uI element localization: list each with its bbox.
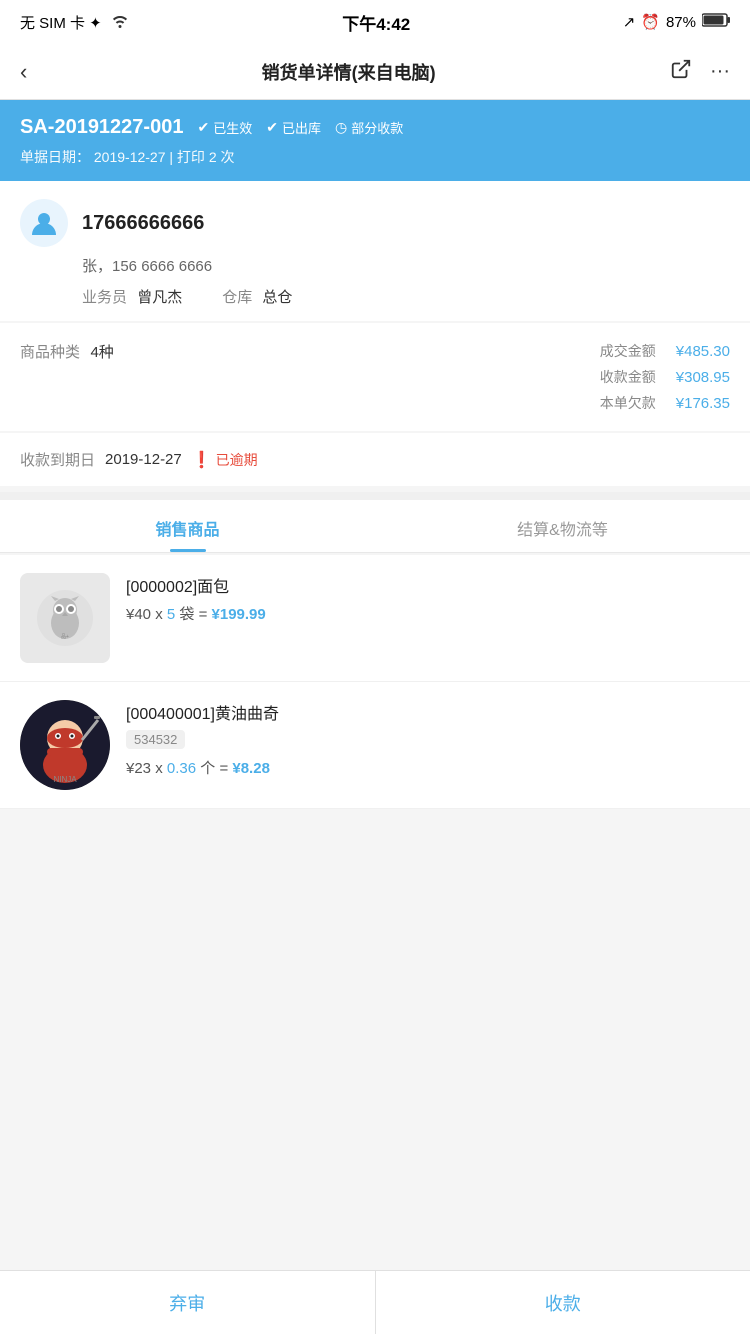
section-divider [0, 492, 750, 500]
product-name-1: [0000002]面包 [126, 573, 730, 597]
stats-left: 商品种类 4种 [20, 341, 114, 362]
list-item: 品+ [0000002]面包 ¥40 x 5 袋 = ¥199.99 [0, 555, 750, 682]
sales-person: 业务员 曾凡杰 [82, 286, 182, 307]
customer-avatar [20, 199, 68, 247]
check-icon-active: ✔ [197, 119, 209, 136]
product-info-1: [0000002]面包 ¥40 x 5 袋 = ¥199.99 [126, 573, 730, 624]
back-button[interactable]: ‹ [20, 59, 27, 85]
list-item: NINJA [000400001]黄油曲奇 534532 ¥23 x 0.36 … [0, 682, 750, 809]
bottom-spacer [0, 809, 750, 873]
sim-label: 无 SIM 卡 ✦ [20, 12, 102, 33]
stats-section: 商品种类 4种 成交金额 ¥485.30 收款金额 ¥308.95 本单欠款 ¥… [0, 323, 750, 431]
collect-button[interactable]: 收款 [376, 1271, 750, 1334]
clock-icon: ◷ [335, 119, 347, 136]
stat-transaction: 成交金额 ¥485.30 [600, 341, 730, 361]
overdue-text: 已逾期 [216, 450, 258, 470]
tab-sales-products[interactable]: 销售商品 [0, 500, 375, 552]
product-price-2: ¥23 x 0.36 个 = ¥8.28 [126, 757, 730, 778]
tab-settlement[interactable]: 结算&物流等 [375, 500, 750, 552]
svg-text:品+: 品+ [61, 634, 69, 640]
stats-right: 成交金额 ¥485.30 收款金额 ¥308.95 本单欠款 ¥176.35 [600, 341, 730, 413]
svg-text:NINJA: NINJA [53, 775, 77, 784]
tabs-container: 销售商品 结算&物流等 [0, 500, 750, 553]
product-sku-2: 534532 [126, 730, 185, 749]
nav-actions: ··· [670, 58, 730, 86]
status-left: 无 SIM 卡 ✦ [20, 12, 130, 33]
header-banner: SA-20191227-001 ✔ 已生效 ✔ 已出库 ◷ 部分收款 单据日期：… [0, 100, 750, 181]
cancel-button[interactable]: 弃审 [0, 1271, 376, 1334]
status-bar: 无 SIM 卡 ✦ 下午4:42 ↗ ⏰ 87% [0, 0, 750, 44]
status-shipped: ✔ 已出库 [266, 118, 321, 137]
order-id: SA-20191227-001 [20, 116, 183, 139]
product-thumbnail-2: NINJA [20, 700, 110, 790]
customer-sub: 张，156 6666 6666 [20, 255, 730, 276]
stat-received: 收款金额 ¥308.95 [600, 367, 730, 387]
status-partial: ◷ 部分收款 [335, 118, 403, 137]
battery-icon [702, 13, 730, 31]
product-thumbnail-1: 品+ [20, 573, 110, 663]
overdue-icon: ❗ [192, 450, 212, 470]
customer-meta: 业务员 曾凡杰 仓库 总仓 [20, 286, 730, 307]
status-right: ↗ ⏰ 87% [623, 13, 730, 31]
alarm-icon: ⏰ [641, 13, 660, 31]
product-info-2: [000400001]黄油曲奇 534532 ¥23 x 0.36 个 = ¥8… [126, 700, 730, 778]
product-list: 品+ [0000002]面包 ¥40 x 5 袋 = ¥199.99 [0, 555, 750, 809]
due-section: 收款到期日 2019-12-27 ❗ 已逾期 [0, 433, 750, 486]
location-icon: ↗ [623, 13, 636, 31]
customer-row: 17666666666 [20, 199, 730, 247]
status-active: ✔ 已生效 [197, 118, 252, 137]
nav-bar: ‹ 销货单详情(来自电脑) ··· [0, 44, 750, 100]
customer-section: 17666666666 张，156 6666 6666 业务员 曾凡杰 仓库 总… [0, 181, 750, 321]
banner-order-row: SA-20191227-001 ✔ 已生效 ✔ 已出库 ◷ 部分收款 [20, 116, 730, 139]
product-price-1: ¥40 x 5 袋 = ¥199.99 [126, 603, 730, 624]
product-name-2: [000400001]黄油曲奇 [126, 700, 730, 724]
battery-label: 87% [666, 14, 696, 31]
wifi-icon [110, 13, 130, 32]
stat-owed: 本单欠款 ¥176.35 [600, 393, 730, 413]
share-icon[interactable] [670, 58, 692, 86]
customer-phone: 17666666666 [82, 212, 204, 235]
check-icon-shipped: ✔ [266, 119, 278, 136]
banner-date: 单据日期： 2019-12-27 | 打印 2 次 [20, 147, 730, 167]
overdue-badge: ❗ 已逾期 [192, 450, 258, 470]
warehouse: 仓库 总仓 [222, 286, 292, 307]
page-title: 销货单详情(来自电脑) [262, 59, 436, 85]
bottom-bar: 弃审 收款 [0, 1270, 750, 1334]
more-icon[interactable]: ··· [710, 60, 730, 83]
status-time: 下午4:42 [342, 10, 410, 35]
